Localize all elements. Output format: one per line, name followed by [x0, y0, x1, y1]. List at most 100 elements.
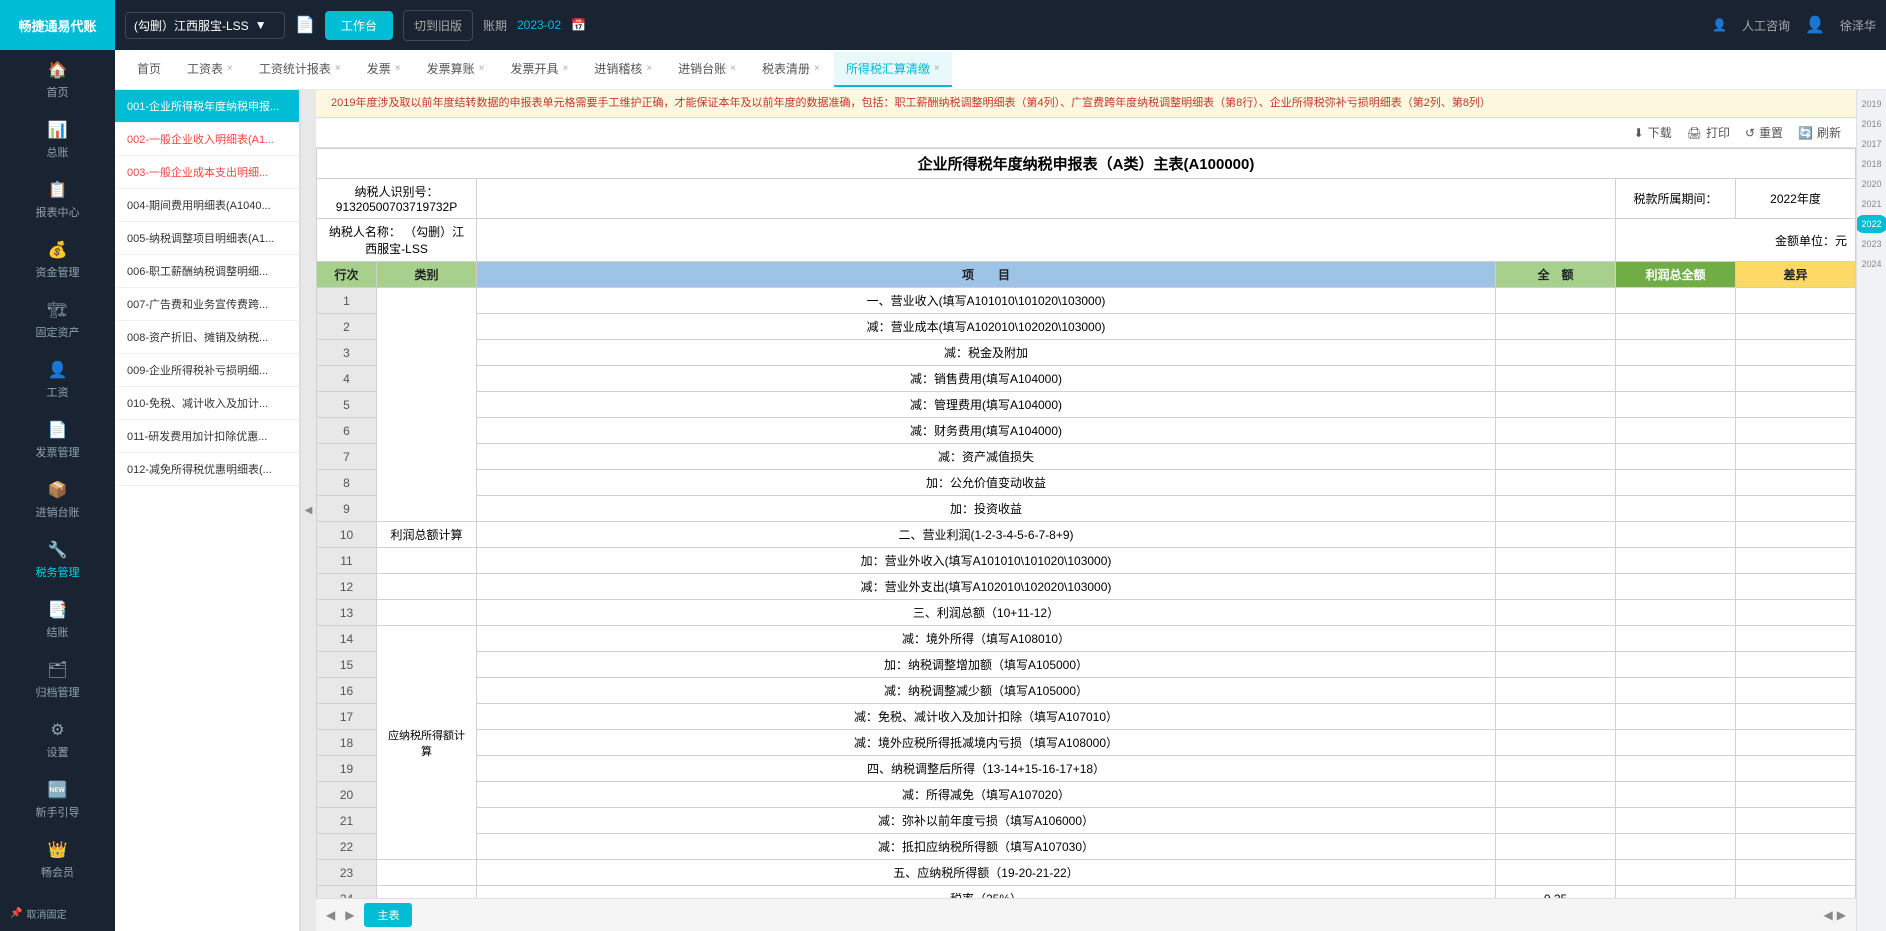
val-16-amount[interactable]	[1496, 678, 1616, 704]
close-icon[interactable]: ×	[227, 63, 233, 74]
val-12-profit[interactable]	[1616, 574, 1736, 600]
print-button[interactable]: 🖨 打印	[1687, 124, 1730, 141]
sidebar-item-inventory[interactable]: 📦 进销台账	[0, 470, 115, 530]
val-5-profit[interactable]	[1616, 392, 1736, 418]
timeline-year-2018[interactable]: 2018	[1859, 155, 1883, 173]
val-18-profit[interactable]	[1616, 730, 1736, 756]
val-6-amount[interactable]	[1496, 418, 1616, 444]
sidebar-item-guide[interactable]: 🆕 新手引导	[0, 770, 115, 830]
val-9-profit[interactable]	[1616, 496, 1736, 522]
val-2-diff[interactable]	[1736, 314, 1856, 340]
download-button[interactable]: ⬇ 下载	[1634, 124, 1672, 141]
val-24-profit[interactable]	[1616, 886, 1736, 898]
val-5-diff[interactable]	[1736, 392, 1856, 418]
left-panel-item-003[interactable]: 003-一般企业成本支出明细...	[115, 156, 299, 189]
val-17-diff[interactable]	[1736, 704, 1856, 730]
reset-button[interactable]: ↺ 重置	[1745, 124, 1783, 141]
tab-salary[interactable]: 工资表 ×	[175, 52, 245, 87]
customer-service-icon[interactable]: 👤	[1712, 18, 1727, 32]
val-10-profit[interactable]	[1616, 522, 1736, 548]
left-panel-item-009[interactable]: 009-企业所得税补亏损明细...	[115, 354, 299, 387]
scroll-right-icon[interactable]: ▶	[1837, 908, 1846, 922]
company-selector[interactable]: (勾删）江西服宝-LSS ▼	[125, 12, 285, 39]
val-6-diff[interactable]	[1736, 418, 1856, 444]
val-23-profit[interactable]	[1616, 860, 1736, 886]
val-9-diff[interactable]	[1736, 496, 1856, 522]
left-panel-item-010[interactable]: 010-免税、减计收入及加计...	[115, 387, 299, 420]
val-15-diff[interactable]	[1736, 652, 1856, 678]
val-3-amount[interactable]	[1496, 340, 1616, 366]
left-panel-item-008[interactable]: 008-资产折旧、摊销及纳税...	[115, 321, 299, 354]
val-6-profit[interactable]	[1616, 418, 1736, 444]
val-21-diff[interactable]	[1736, 808, 1856, 834]
val-1-diff[interactable]	[1736, 288, 1856, 314]
sidebar-item-settings[interactable]: ⚙ 设置	[0, 710, 115, 770]
timeline-year-2017[interactable]: 2017	[1859, 135, 1883, 153]
val-23-diff[interactable]	[1736, 860, 1856, 886]
timeline-year-2022[interactable]: 2022	[1856, 215, 1886, 233]
tab-invoice-calc[interactable]: 发票算账 ×	[415, 52, 497, 87]
tab-purchase-check[interactable]: 进销稽核 ×	[582, 52, 664, 87]
val-17-amount[interactable]	[1496, 704, 1616, 730]
val-16-diff[interactable]	[1736, 678, 1856, 704]
val-14-profit[interactable]	[1616, 626, 1736, 652]
val-24-diff[interactable]	[1736, 886, 1856, 898]
timeline-year-2020[interactable]: 2020	[1859, 175, 1883, 193]
print-doc-icon[interactable]: 📄	[295, 15, 315, 35]
val-1-profit[interactable]	[1616, 288, 1736, 314]
close-icon[interactable]: ×	[395, 63, 401, 74]
val-17-profit[interactable]	[1616, 704, 1736, 730]
val-19-diff[interactable]	[1736, 756, 1856, 782]
tab-income-tax[interactable]: 所得税汇算清缴 ×	[834, 52, 952, 87]
val-13-amount[interactable]	[1496, 600, 1616, 626]
sidebar-item-assets[interactable]: 🏗 固定资产	[0, 290, 115, 350]
tab-home[interactable]: 首页	[125, 52, 173, 87]
val-19-profit[interactable]	[1616, 756, 1736, 782]
val-13-diff[interactable]	[1736, 600, 1856, 626]
sidebar-item-reports[interactable]: 📋 报表中心	[0, 170, 115, 230]
val-21-profit[interactable]	[1616, 808, 1736, 834]
sidebar-item-member[interactable]: 👑 畅会员	[0, 830, 115, 890]
sidebar-item-salary[interactable]: 👤 工资	[0, 350, 115, 410]
left-panel-item-012[interactable]: 012-减免所得税优惠明细表(...	[115, 453, 299, 486]
val-3-diff[interactable]	[1736, 340, 1856, 366]
sidebar-item-home[interactable]: 🏠 首页	[0, 50, 115, 110]
val-4-profit[interactable]	[1616, 366, 1736, 392]
val-7-amount[interactable]	[1496, 444, 1616, 470]
val-8-profit[interactable]	[1616, 470, 1736, 496]
tab-invoice[interactable]: 发票 ×	[355, 52, 413, 87]
left-panel-item-001[interactable]: 001-企业所得税年度纳税申报...	[115, 90, 299, 123]
timeline-year-2021[interactable]: 2021	[1859, 195, 1883, 213]
timeline-year-2023[interactable]: 2023	[1859, 235, 1883, 253]
val-18-amount[interactable]	[1496, 730, 1616, 756]
val-3-profit[interactable]	[1616, 340, 1736, 366]
val-12-amount[interactable]	[1496, 574, 1616, 600]
val-11-amount[interactable]	[1496, 548, 1616, 574]
val-20-amount[interactable]	[1496, 782, 1616, 808]
val-16-profit[interactable]	[1616, 678, 1736, 704]
val-5-amount[interactable]	[1496, 392, 1616, 418]
val-19-amount[interactable]	[1496, 756, 1616, 782]
table-area[interactable]: 企业所得税年度纳税申报表（A类）主表(A100000) 纳税人识别号： 9132…	[316, 148, 1856, 898]
close-icon[interactable]: ×	[479, 63, 485, 74]
scroll-left-icon[interactable]: ◀	[1824, 908, 1833, 922]
val-2-amount[interactable]	[1496, 314, 1616, 340]
val-20-profit[interactable]	[1616, 782, 1736, 808]
val-12-diff[interactable]	[1736, 574, 1856, 600]
val-22-diff[interactable]	[1736, 834, 1856, 860]
unpin-button[interactable]: 📌 取消固定	[0, 896, 115, 931]
switch-version-button[interactable]: 切到旧版	[403, 10, 473, 41]
close-icon[interactable]: ×	[562, 63, 568, 74]
left-panel-item-004[interactable]: 004-期间费用明细表(A1040...	[115, 189, 299, 222]
val-8-diff[interactable]	[1736, 470, 1856, 496]
val-21-amount[interactable]	[1496, 808, 1616, 834]
val-11-diff[interactable]	[1736, 548, 1856, 574]
sidebar-item-archive[interactable]: 🗂 归档管理	[0, 650, 115, 710]
val-9-amount[interactable]	[1496, 496, 1616, 522]
sidebar-item-finance[interactable]: 💰 资金管理	[0, 230, 115, 290]
val-15-profit[interactable]	[1616, 652, 1736, 678]
val-10-diff[interactable]	[1736, 522, 1856, 548]
left-panel-item-005[interactable]: 005-纳税调整项目明细表(A1...	[115, 222, 299, 255]
val-23-amount[interactable]	[1496, 860, 1616, 886]
val-22-profit[interactable]	[1616, 834, 1736, 860]
